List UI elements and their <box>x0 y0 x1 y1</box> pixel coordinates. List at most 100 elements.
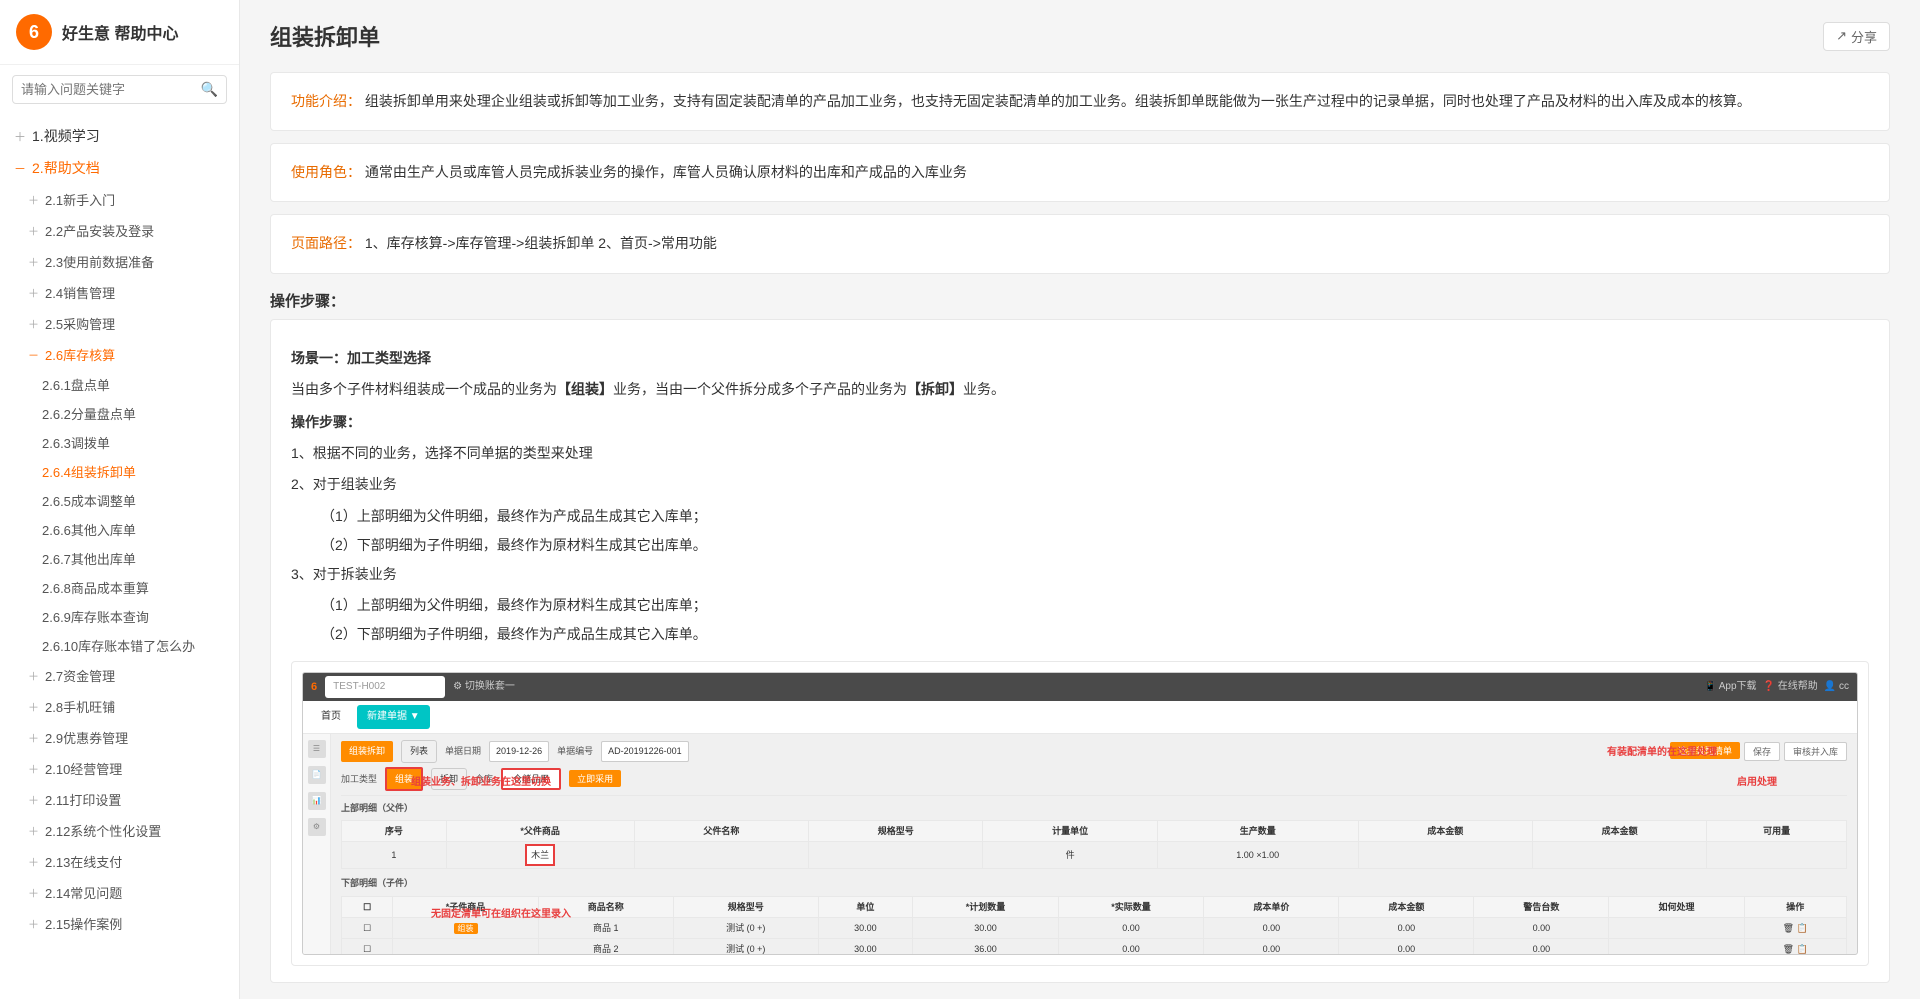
sidebar-item-s2_7[interactable]: ＋ 2.7资金管理 <box>28 660 239 691</box>
sidebar-item-s2_10[interactable]: ＋ 2.10经营管理 <box>28 753 239 784</box>
mock-lower-table: ☐ *子件商品 商品名称 规格型号 单位 *计划数量 *实际数量 成本单价 成本… <box>341 896 1847 956</box>
sidebar-item-s2_1[interactable]: ＋ 2.1新手入门 <box>28 184 239 215</box>
mock-search-box: TEST-H002 <box>325 676 445 698</box>
sidebar-item-s2_11[interactable]: ＋ 2.11打印设置 <box>28 784 239 815</box>
mock-user-icon: 👤 cc <box>1824 678 1849 696</box>
mock-audit-btn[interactable]: 审核并入库 <box>1784 742 1847 762</box>
path-text: 1、库存核算->库存管理->组装拆卸单 2、首页->常用功能 <box>365 235 717 251</box>
sidebar-item-s2_13[interactable]: ＋ 2.13在线支付 <box>28 846 239 877</box>
sidebar-item-s2_6_4[interactable]: 2.6.4组装拆卸单 <box>42 457 239 486</box>
sidebar-item-s2_6_9[interactable]: 2.6.9库存账本查询 <box>42 602 239 631</box>
sidebar-item-label-s2: 2.帮助文档 <box>32 158 100 178</box>
col-sub-real: *实际数量 <box>1058 896 1204 917</box>
step2: 2、对于组装业务 <box>291 472 1869 497</box>
sidebar-item-s2_6_8[interactable]: 2.6.8商品成本重算 <box>42 573 239 602</box>
sidebar-item-s2_6_7[interactable]: 2.6.7其他出库单 <box>42 544 239 573</box>
mock-type-row: 加工类型 组装 拆卸 仓库 仓储品用 立即采用 <box>341 767 1847 791</box>
sidebar-item-s2_2[interactable]: ＋ 2.2产品安装及登录 <box>28 215 239 246</box>
col-sub-cost: 成本单价 <box>1204 896 1339 917</box>
col-sub-avail: 警告台数 <box>1474 896 1609 917</box>
mock-tab-new: 新建单据 ▼ <box>357 705 430 729</box>
ops-title: 操作步骤： <box>270 290 1890 311</box>
mock-icon-1: ☰ <box>308 740 326 758</box>
toggle-s2_10: ＋ <box>28 761 39 777</box>
search-bar[interactable]: 🔍 <box>12 75 227 104</box>
scene1-desc: 当由多个子件材料组装成一个成品的业务为【组装】业务，当由一个父件拆分成多个子产品… <box>291 381 1005 397</box>
share-icon: ↗ <box>1836 28 1847 44</box>
mock-app-icon: 📱 App下载 <box>1704 678 1756 696</box>
step3: 3、对于拆装业务 <box>291 562 1869 587</box>
sidebar-item-s2_6_3[interactable]: 2.6.3调拨单 <box>42 428 239 457</box>
sidebar-item-label-s1: 1.视频学习 <box>32 126 100 146</box>
mock-apply-btn[interactable]: 立即采用 <box>569 770 621 787</box>
step-list: 1、根据不同的业务，选择不同单据的类型来处理 2、对于组装业务 （1）上部明细为… <box>291 441 1869 647</box>
scene1-title: 场景一：加工类型选择 <box>291 346 1869 371</box>
path-label: 页面路径： <box>291 235 361 251</box>
col-sub-unit: 单位 <box>818 896 913 917</box>
sidebar-item-s2[interactable]: － 2.帮助文档 <box>0 152 239 184</box>
role-card: 使用角色： 通常由生产人员或库管人员完成拆装业务的操作，库管人员确认原材料的出库… <box>270 143 1890 202</box>
mock-ordernum-label: 单据编号 <box>557 743 593 759</box>
sidebar-item-s2_3[interactable]: ＋ 2.3使用前数据准备 <box>28 246 239 277</box>
app-name: 好生意 帮助中心 <box>62 20 178 44</box>
sidebar-header: 6 好生意 帮助中心 <box>0 0 239 65</box>
sidebar-item-s2_12[interactable]: ＋ 2.12系统个性化设置 <box>28 815 239 846</box>
sidebar-item-s1[interactable]: ＋ 1.视频学习 <box>0 120 239 152</box>
sidebar-item-s2_6_5[interactable]: 2.6.5成本调整单 <box>42 486 239 515</box>
mock-date-label: 单据日期 <box>445 743 481 759</box>
share-button[interactable]: ↗ 分享 <box>1823 22 1890 51</box>
sidebar-item-s2_9[interactable]: ＋ 2.9优惠券管理 <box>28 722 239 753</box>
toggle-s2_11: ＋ <box>28 792 39 808</box>
sidebar-item-s2_6_2[interactable]: 2.6.2分量盘点单 <box>42 399 239 428</box>
sidebar-item-s2_6_10[interactable]: 2.6.10库存账本错了怎么办 <box>42 631 239 660</box>
sidebar-item-s2_14[interactable]: ＋ 2.14常见问题 <box>28 877 239 908</box>
annotation-bom: 有装配清单的在这里处理 <box>1607 744 1717 762</box>
col-sub-plan: *计划数量 <box>913 896 1059 917</box>
col-realqty: 成本金额 <box>1532 821 1706 842</box>
mock-save-btn[interactable]: 保存 <box>1744 742 1780 762</box>
sidebar-item-s2_6_1[interactable]: 2.6.1盘点单 <box>42 370 239 399</box>
col-sub-amount: 成本金额 <box>1339 896 1474 917</box>
mock-sku-input[interactable]: 木兰 <box>525 844 555 866</box>
col-sub-action: 操作 <box>1744 896 1847 917</box>
sidebar-item-s2_15[interactable]: ＋ 2.15操作案例 <box>28 908 239 939</box>
role-text: 通常由生产人员或库管人员完成拆装业务的操作，库管人员确认原材料的出库和产成品的入… <box>365 164 967 180</box>
mock-top-right: 📱 App下载 ❓ 在线帮助 👤 cc <box>1704 678 1849 696</box>
table-row: ☐ 商品 2 测试 (0 +) 30.00 36.00 0.00 0.00 0.… <box>342 939 1847 956</box>
col-sku: *父件商品 <box>446 821 634 842</box>
mock-sidebar-icons: ☰ 📄 📊 ⚙ <box>303 734 331 954</box>
intro-label: 功能介绍： <box>291 93 361 109</box>
nav-tree: ＋ 1.视频学习 － 2.帮助文档 ＋ 2.1新手入门 ＋ 2.2产品安装及登录… <box>0 114 239 945</box>
search-input[interactable] <box>21 82 201 97</box>
toggle-s2_9: ＋ <box>28 730 39 746</box>
annotation-type: 组装业务、拆卸业务在这里切换 <box>411 774 551 792</box>
toggle-s2_7: ＋ <box>28 668 39 684</box>
mock-top-bar: 6 TEST-H002 ⚙ 切换账套一 📱 App下载 ❓ 在线帮助 👤 cc <box>303 673 1857 701</box>
mock-ordernum-value: AD-20191226-001 <box>601 741 689 761</box>
mock-icon-3: 📊 <box>308 792 326 810</box>
app-logo: 6 <box>16 14 52 50</box>
mock-tab-home: 首页 <box>311 705 351 729</box>
mock-icon-2: 📄 <box>308 766 326 784</box>
sidebar-item-s2_6[interactable]: － 2.6库存核算 <box>28 339 239 370</box>
mock-lower-table-title: 下部明细（子件） <box>341 875 1847 891</box>
annotation-nofixed: 无固定清单可在组织在这里录入 <box>431 906 571 924</box>
toggle-s2_1: ＋ <box>28 192 39 208</box>
col-cost: 成本金额 <box>1358 821 1532 842</box>
step1: 1、根据不同的业务，选择不同单据的类型来处理 <box>291 441 1869 466</box>
intro-text: 组装拆卸单用来处理企业组装或拆卸等加工业务，支持有固定装配清单的产品加工业务，也… <box>365 93 1751 109</box>
sidebar-item-s2_5[interactable]: ＋ 2.5采购管理 <box>28 308 239 339</box>
step2-sub1: （1）上部明细为父件明细，最终作为产成品生成其它入库单； <box>321 504 1869 529</box>
ops-sub-title: 操作步骤： <box>291 410 1869 435</box>
sidebar: 6 好生意 帮助中心 🔍 ＋ 1.视频学习 － 2.帮助文档 ＋ 2.1新手入门… <box>0 0 240 999</box>
col-spec: 规格型号 <box>809 821 983 842</box>
sidebar-item-s2_6_6[interactable]: 2.6.6其他入库单 <box>42 515 239 544</box>
screenshot-wrapper: 6 TEST-H002 ⚙ 切换账套一 📱 App下载 ❓ 在线帮助 👤 cc … <box>291 661 1869 966</box>
col-seq: 序号 <box>342 821 447 842</box>
sidebar-item-s2_4[interactable]: ＋ 2.4销售管理 <box>28 277 239 308</box>
mock-upper-table: 序号 *父件商品 父件名称 规格型号 计量单位 生产数量 成本金额 成本金额 可… <box>341 820 1847 869</box>
sidebar-item-s2_8[interactable]: ＋ 2.8手机旺铺 <box>28 691 239 722</box>
page-title: 组装拆卸单 <box>270 20 380 52</box>
mock-upper-table-title: 上部明细（父件） <box>341 800 1847 816</box>
collapse-icon-s2: － <box>14 160 26 177</box>
